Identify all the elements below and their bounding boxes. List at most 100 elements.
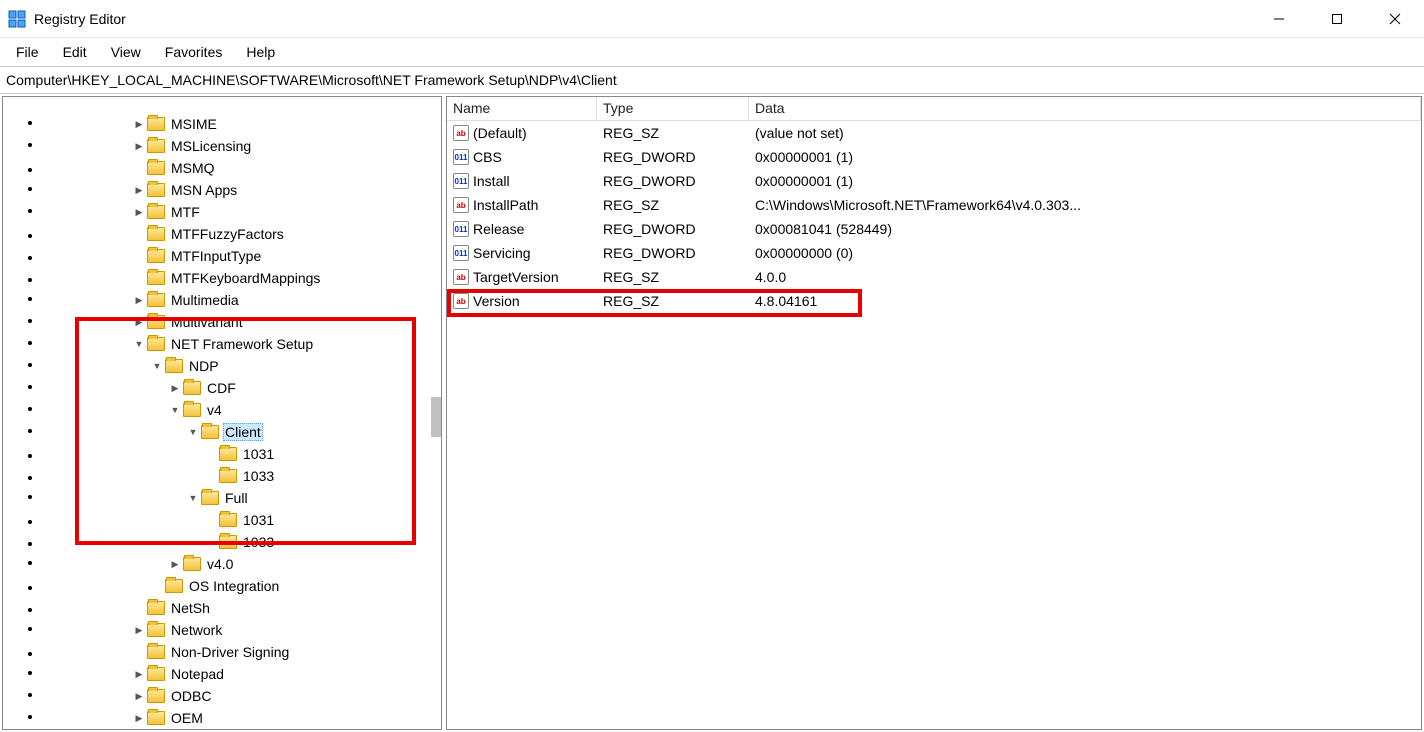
chevron-right-icon[interactable]: ▶	[133, 668, 145, 680]
list-row[interactable]: 011ServicingREG_DWORD0x00000000 (0)	[447, 241, 1421, 265]
registry-tree: ▶ MSIME ▶MSLicensingMSMQ▶MSN Apps▶MTFMTFFu…	[3, 113, 441, 730]
tree-node[interactable]: MTFInputType	[43, 245, 441, 267]
col-header-type[interactable]: Type	[597, 97, 749, 120]
tree-node-label: MTFKeyboardMappings	[169, 270, 322, 286]
tree-node-label: MSIME	[169, 116, 219, 132]
tree-node-label: 1031	[241, 512, 276, 528]
values-pane[interactable]: Name Type Data ab(Default)REG_SZ(value n…	[446, 96, 1422, 730]
tree-node[interactable]: ▼Full	[43, 487, 441, 509]
tree-node-label: Non-Driver Signing	[169, 644, 291, 660]
minimize-button[interactable]	[1250, 0, 1308, 38]
tree-node[interactable]: Non-Driver Signing	[43, 641, 441, 663]
address-bar[interactable]: Computer\HKEY_LOCAL_MACHINE\SOFTWARE\Mic…	[0, 66, 1424, 94]
value-name: InstallPath	[473, 197, 538, 213]
col-header-name[interactable]: Name	[447, 97, 597, 120]
tree-node[interactable]: MTFKeyboardMappings	[43, 267, 441, 289]
cell-type: REG_DWORD	[597, 221, 749, 237]
cell-name: abVersion	[447, 293, 597, 309]
tree-node[interactable]: ▼v4	[43, 399, 441, 421]
tree-node-label: MTFInputType	[169, 248, 263, 264]
chevron-down-icon[interactable]: ▼	[169, 404, 181, 416]
list-row[interactable]: abInstallPathREG_SZC:\Windows\Microsoft.…	[447, 193, 1421, 217]
chevron-right-icon[interactable]: ▶	[133, 118, 145, 130]
tree-node[interactable]: ▶v4.0	[43, 553, 441, 575]
tree-node[interactable]: OS Integration	[43, 575, 441, 597]
tree-node[interactable]: ▶ODBC	[43, 685, 441, 707]
chevron-right-icon[interactable]: ▶	[133, 206, 145, 218]
tree-node[interactable]: 1033	[43, 465, 441, 487]
menu-file[interactable]: File	[4, 42, 51, 62]
value-name: (Default)	[473, 125, 527, 141]
folder-icon	[147, 337, 165, 351]
list-row[interactable]: abVersionREG_SZ4.8.04161	[447, 289, 1421, 313]
tree-node[interactable]: 1033	[43, 531, 441, 553]
chevron-right-icon[interactable]: ▶	[133, 294, 145, 306]
chevron-right-icon[interactable]: ▶	[133, 712, 145, 724]
blank-caret	[151, 580, 163, 592]
tree-node[interactable]: MTFFuzzyFactors	[43, 223, 441, 245]
chevron-right-icon[interactable]: ▶	[133, 316, 145, 328]
tree-pane[interactable]: ▶ MSIME ▶MSLicensingMSMQ▶MSN Apps▶MTFMTFFu…	[2, 96, 442, 730]
cell-type: REG_SZ	[597, 269, 749, 285]
menu-view[interactable]: View	[99, 42, 153, 62]
chevron-right-icon[interactable]: ▶	[133, 624, 145, 636]
tree-node[interactable]: ▶Multimedia	[43, 289, 441, 311]
menu-edit[interactable]: Edit	[51, 42, 99, 62]
folder-icon	[219, 513, 237, 527]
cell-data: 4.8.04161	[749, 293, 1421, 309]
folder-icon	[165, 579, 183, 593]
tree-node-label: 1033	[241, 534, 276, 550]
tree-node[interactable]: ▶Office	[43, 729, 441, 730]
chevron-right-icon[interactable]: ▶	[133, 184, 145, 196]
blank-caret	[205, 514, 217, 526]
tree-node-label: NET Framework Setup	[169, 336, 315, 352]
chevron-right-icon[interactable]: ▶	[169, 558, 181, 570]
folder-icon	[219, 447, 237, 461]
tree-node[interactable]: ▼Client	[43, 421, 441, 443]
cell-type: REG_DWORD	[597, 173, 749, 189]
menu-help[interactable]: Help	[234, 42, 287, 62]
menu-favorites[interactable]: Favorites	[153, 42, 235, 62]
folder-icon	[219, 535, 237, 549]
tree-node[interactable]: ▶MTF	[43, 201, 441, 223]
chevron-right-icon[interactable]: ▶	[133, 690, 145, 702]
close-button[interactable]	[1366, 0, 1424, 38]
list-row[interactable]: 011InstallREG_DWORD0x00000001 (1)	[447, 169, 1421, 193]
chevron-down-icon[interactable]: ▼	[151, 360, 163, 372]
tree-node[interactable]: ▶Multivariant	[43, 311, 441, 333]
scrollbar-thumb[interactable]	[431, 397, 441, 437]
folder-icon	[183, 381, 201, 395]
tree-node[interactable]: ▶MSN Apps	[43, 179, 441, 201]
folder-icon	[201, 425, 219, 439]
tree-node[interactable]: MSMQ	[43, 157, 441, 179]
list-row[interactable]: 011CBSREG_DWORD0x00000001 (1)	[447, 145, 1421, 169]
chevron-down-icon[interactable]: ▼	[133, 338, 145, 350]
col-header-data[interactable]: Data	[749, 97, 1421, 120]
chevron-right-icon[interactable]: ▶	[133, 140, 145, 152]
chevron-down-icon[interactable]: ▼	[187, 492, 199, 504]
list-row[interactable]: 011ReleaseREG_DWORD0x00081041 (528449)	[447, 217, 1421, 241]
tree-node[interactable]: ▶OEM	[43, 707, 441, 729]
list-row[interactable]: abTargetVersionREG_SZ4.0.0	[447, 265, 1421, 289]
cell-data: 0x00000000 (0)	[749, 245, 1421, 261]
tree-node[interactable]: ▶MSLicensing	[43, 135, 441, 157]
cell-type: REG_SZ	[597, 197, 749, 213]
list-row[interactable]: ab(Default)REG_SZ(value not set)	[447, 121, 1421, 145]
tree-node[interactable]: ▶Network	[43, 619, 441, 641]
tree-node[interactable]: NetSh	[43, 597, 441, 619]
chevron-right-icon[interactable]: ▶	[169, 382, 181, 394]
cell-type: REG_SZ	[597, 125, 749, 141]
cell-name: 011Servicing	[447, 245, 597, 261]
maximize-button[interactable]	[1308, 0, 1366, 38]
tree-node[interactable]: ▶ MSIME	[43, 113, 441, 135]
tree-node[interactable]: ▼ NET Framework Setup	[43, 333, 441, 355]
tree-node[interactable]: ▼NDP	[43, 355, 441, 377]
tree-node[interactable]: ▶CDF	[43, 377, 441, 399]
value-name: Version	[473, 293, 520, 309]
tree-node[interactable]: ▶Notepad	[43, 663, 441, 685]
folder-icon	[219, 469, 237, 483]
tree-node[interactable]: 1031	[43, 443, 441, 465]
tree-node[interactable]: 1031	[43, 509, 441, 531]
dword-value-icon: 011	[453, 173, 469, 189]
chevron-down-icon[interactable]: ▼	[187, 426, 199, 438]
